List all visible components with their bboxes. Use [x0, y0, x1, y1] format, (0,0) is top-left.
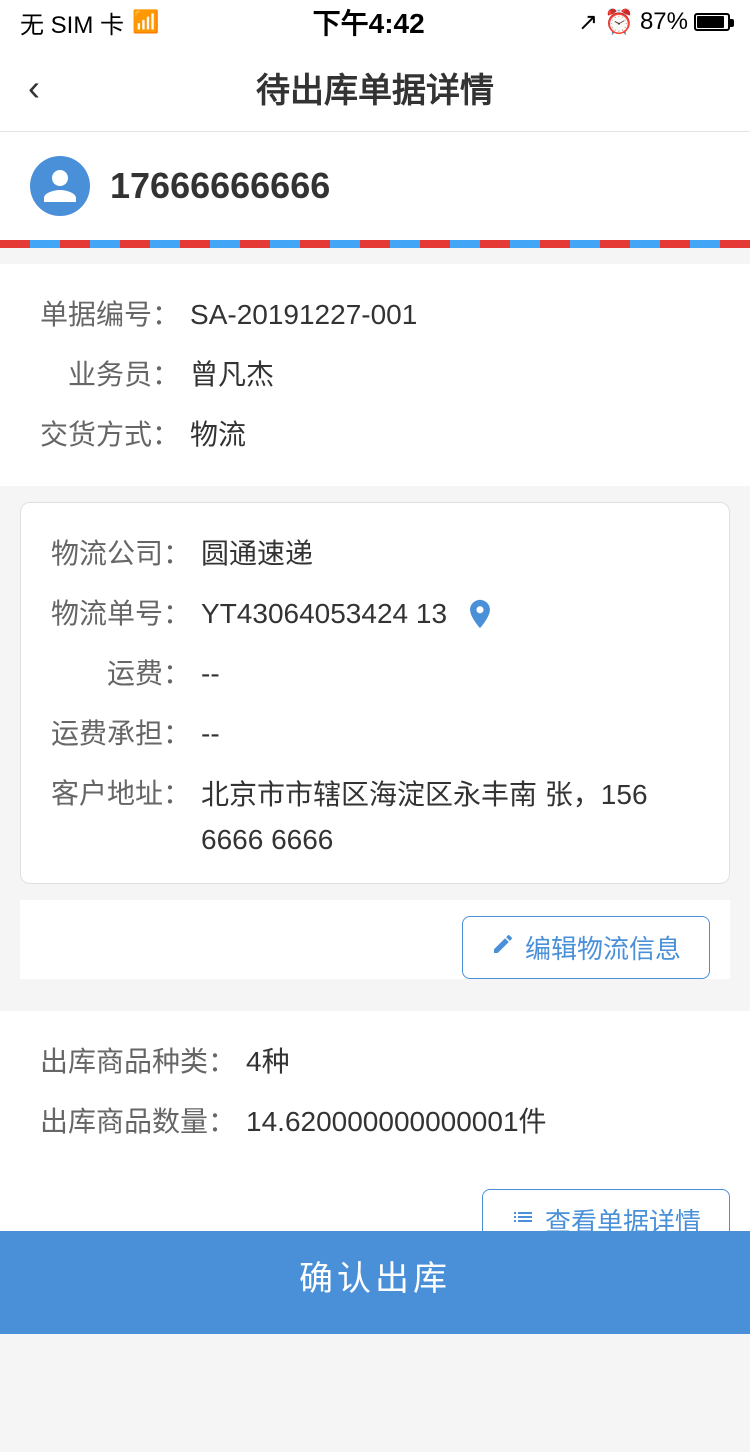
section-separator: [0, 995, 750, 1011]
document-number-value: SA-20191227-001: [190, 294, 710, 336]
freight-bearer-row: 运费承担： --: [51, 713, 699, 755]
tracking-number-value: YT43064053424 13: [201, 593, 699, 635]
pencil-icon: [491, 932, 515, 956]
avatar: [30, 156, 90, 216]
goods-types-row: 出库商品种类： 4种: [40, 1041, 710, 1083]
freight-bearer-value: --: [201, 713, 699, 755]
freight-bearer-label: 运费承担：: [51, 713, 191, 755]
goods-quantity-label: 出库商品数量：: [40, 1101, 236, 1143]
address-value: 北京市市辖区海淀区永丰南 张，156 6666 6666: [201, 773, 699, 863]
delivery-method-label: 交货方式：: [40, 414, 180, 456]
customer-section: 17666666666: [0, 132, 750, 240]
basic-info-card: 单据编号： SA-20191227-001 业务员： 曾凡杰 交货方式： 物流: [0, 264, 750, 486]
document-number-label: 单据编号：: [40, 294, 180, 336]
document-number-row: 单据编号： SA-20191227-001: [40, 294, 710, 336]
goods-types-value: 4种: [246, 1041, 710, 1083]
dashed-divider: [0, 240, 750, 248]
page-title: 待出库单据详情: [256, 63, 494, 112]
location-status-icon: ↗: [578, 8, 598, 37]
edit-logistics-label: 编辑物流信息: [525, 929, 681, 966]
confirm-button-label: 确认出库: [299, 1251, 451, 1300]
logistics-company-label: 物流公司：: [51, 533, 191, 575]
sales-person-value: 曾凡杰: [190, 354, 710, 396]
status-left: 无 SIM 卡 📶: [20, 5, 159, 40]
logistics-card: 物流公司： 圆通速递 物流单号： YT43064053424 13 运费： --…: [20, 502, 730, 884]
status-right: ↗ ⏰ 87%: [578, 8, 730, 37]
customer-phone: 17666666666: [110, 165, 330, 207]
carrier-label: 无 SIM 卡: [20, 5, 124, 40]
freight-value: --: [201, 653, 699, 695]
battery-icon: [694, 13, 730, 31]
back-button[interactable]: ‹: [28, 67, 40, 109]
user-icon: [40, 166, 80, 206]
address-label: 客户地址：: [51, 773, 191, 815]
tracking-number-row: 物流单号： YT43064053424 13: [51, 593, 699, 635]
goods-section: 出库商品种类： 4种 出库商品数量： 14.620000000000001件: [0, 1011, 750, 1173]
battery-label: 87%: [640, 8, 688, 36]
sales-person-row: 业务员： 曾凡杰: [40, 354, 710, 396]
logistics-company-value: 圆通速递: [201, 533, 699, 575]
tracking-location-icon: [463, 597, 497, 631]
wifi-icon: 📶: [132, 9, 159, 35]
nav-bar: ‹ 待出库单据详情: [0, 44, 750, 132]
status-bar: 无 SIM 卡 📶 下午4:42 ↗ ⏰ 87%: [0, 0, 750, 44]
edit-btn-row: 编辑物流信息: [20, 900, 730, 979]
logistics-company-row: 物流公司： 圆通速递: [51, 533, 699, 575]
edit-logistics-button[interactable]: 编辑物流信息: [462, 916, 710, 979]
goods-quantity-value: 14.620000000000001件: [246, 1101, 710, 1143]
confirm-button[interactable]: 确认出库: [0, 1231, 750, 1334]
delivery-method-value: 物流: [190, 414, 710, 456]
freight-label: 运费：: [51, 653, 191, 695]
delivery-method-row: 交货方式： 物流: [40, 414, 710, 456]
sales-person-label: 业务员：: [40, 354, 180, 396]
goods-types-label: 出库商品种类：: [40, 1041, 236, 1083]
edit-icon: [491, 932, 515, 963]
address-row: 客户地址： 北京市市辖区海淀区永丰南 张，156 6666 6666: [51, 773, 699, 863]
alarm-icon: ⏰: [604, 8, 634, 37]
tracking-number-label: 物流单号：: [51, 593, 191, 635]
goods-quantity-row: 出库商品数量： 14.620000000000001件: [40, 1101, 710, 1143]
freight-row: 运费： --: [51, 653, 699, 695]
status-time: 下午4:42: [313, 2, 425, 42]
